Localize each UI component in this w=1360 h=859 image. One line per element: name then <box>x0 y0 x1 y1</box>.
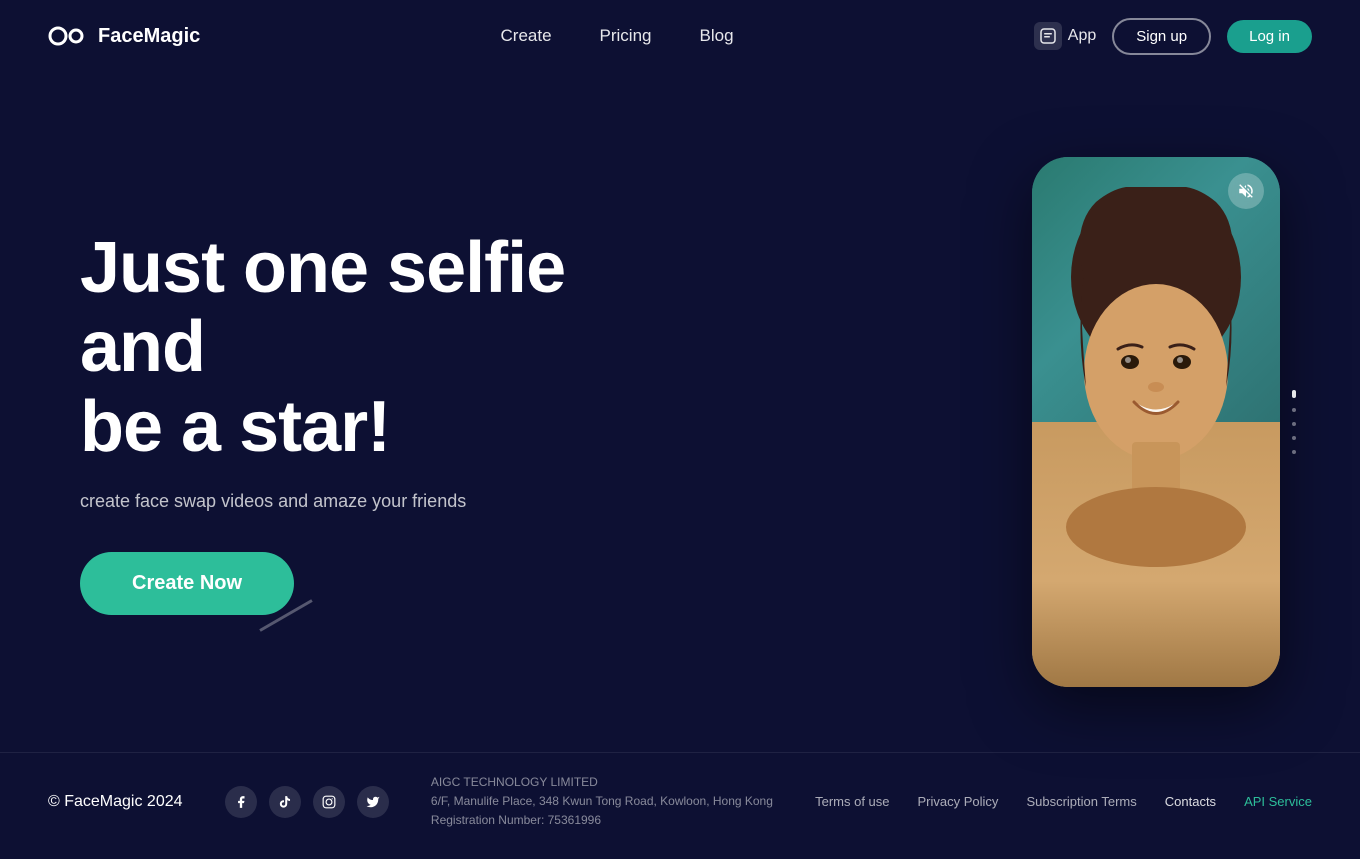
scroll-dot-4 <box>1292 436 1296 440</box>
create-now-button[interactable]: Create Now <box>80 552 294 615</box>
footer-links: Terms of use Privacy Policy Subscription… <box>815 794 1312 809</box>
scroll-dot-3 <box>1292 422 1296 426</box>
terms-of-use-link[interactable]: Terms of use <box>815 794 889 809</box>
instagram-icon[interactable] <box>313 786 345 818</box>
app-icon <box>1034 22 1062 50</box>
mute-button[interactable] <box>1228 173 1264 209</box>
nav-blog[interactable]: Blog <box>700 26 734 46</box>
scroll-dot-5 <box>1292 450 1296 454</box>
signup-button[interactable]: Sign up <box>1112 18 1211 55</box>
footer-company-info: AIGC TECHNOLOGY LIMITED 6/F, Manulife Pl… <box>431 773 773 831</box>
app-download-link[interactable]: App <box>1034 22 1096 50</box>
header-right: App Sign up Log in <box>1034 18 1312 55</box>
scroll-dot-1 <box>1292 390 1296 398</box>
hero-section: Just one selfie and be a star! create fa… <box>0 72 1360 752</box>
app-label: App <box>1068 27 1096 45</box>
main-nav: Create Pricing Blog <box>501 26 734 46</box>
tiktok-icon[interactable] <box>269 786 301 818</box>
hero-title: Just one selfie and be a star! <box>80 229 680 467</box>
footer-social <box>225 786 389 818</box>
scroll-dots <box>1292 390 1296 454</box>
subscription-terms-link[interactable]: Subscription Terms <box>1026 794 1136 809</box>
footer-copyright: © FaceMagic 2024 <box>48 793 183 811</box>
hero-content: Just one selfie and be a star! create fa… <box>80 229 680 615</box>
logo-text: FaceMagic <box>98 25 200 48</box>
nav-create[interactable]: Create <box>501 26 552 46</box>
logo[interactable]: FaceMagic <box>48 22 200 50</box>
nav-pricing[interactable]: Pricing <box>600 26 652 46</box>
privacy-policy-link[interactable]: Privacy Policy <box>918 794 999 809</box>
twitter-icon[interactable] <box>357 786 389 818</box>
hero-subtitle: create face swap videos and amaze your f… <box>80 491 680 512</box>
login-button[interactable]: Log in <box>1227 20 1312 53</box>
video-preview-card <box>1032 157 1280 687</box>
footer: © FaceMagic 2024 AIGC TECHNOLOGY LIMITED… <box>0 752 1360 851</box>
api-service-link[interactable]: API Service <box>1244 794 1312 809</box>
video-card <box>1032 157 1280 687</box>
contacts-link[interactable]: Contacts <box>1165 794 1216 809</box>
facebook-icon[interactable] <box>225 786 257 818</box>
logo-icon <box>48 22 88 50</box>
scroll-dot-2 <box>1292 408 1296 412</box>
